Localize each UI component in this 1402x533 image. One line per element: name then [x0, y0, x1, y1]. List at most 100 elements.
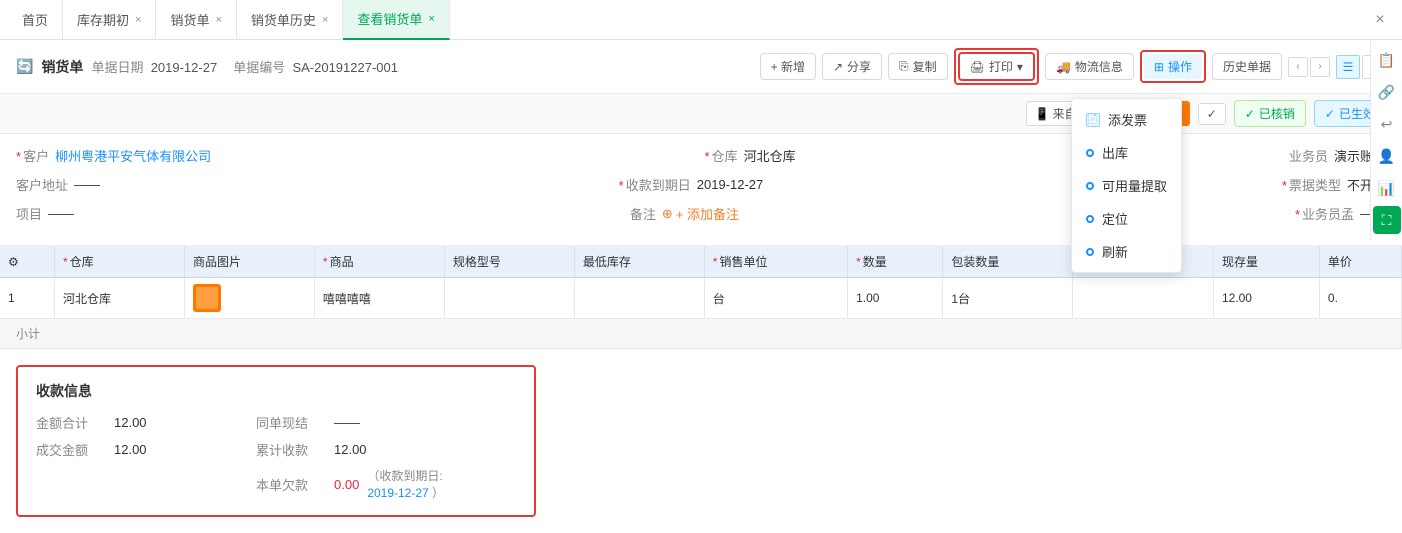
operation-highlight-box: ⊞ 操作 [1140, 50, 1206, 83]
confirm-icon: ✓ [1207, 107, 1217, 121]
tab-inventory[interactable]: 库存期初 × [63, 0, 156, 40]
sidebar-icon-chart[interactable]: 📊 [1373, 174, 1401, 202]
tab-bar: 首页 库存期初 × 销货单 × 销货单历史 × 查看销货单 × × [0, 0, 1402, 40]
quantity-dot [1086, 182, 1094, 190]
customer-value[interactable]: 柳州粤港平安气体有限公司 [55, 146, 211, 165]
tab-home[interactable]: 首页 [8, 0, 63, 40]
invoice-icon: 📄 [1086, 113, 1100, 127]
sidebar-icon-user[interactable]: 👤 [1373, 142, 1401, 170]
owed-date: 2019-12-27 [367, 486, 428, 500]
confirm-button[interactable]: ✓ [1198, 103, 1226, 125]
table-header-row: ⚙ *仓库 商品图片 *商品 规格型号 最低库存 *销售单位 *数量 包装数量 … [0, 246, 1402, 278]
warehouse-field: *仓库 河北仓库 [704, 146, 795, 165]
outbound-item[interactable]: 出库 [1072, 136, 1181, 169]
product-table: ⚙ *仓库 商品图片 *商品 规格型号 最低库存 *销售单位 *数量 包装数量 … [0, 246, 1402, 349]
add-note-button[interactable]: ⊕ + 添加备注 [662, 204, 739, 223]
cell-warehouse: 河北仓库 [55, 278, 185, 319]
sold-button[interactable]: ✓ 已核销 [1234, 100, 1306, 127]
cell-unit: 台 [704, 278, 847, 319]
add-button[interactable]: + 新增 [760, 53, 816, 80]
sidebar-icon-return[interactable]: ↩ [1373, 110, 1401, 138]
total-row: 金额合计 12.00 [36, 413, 256, 432]
warehouse-value: 河北仓库 [744, 146, 796, 165]
main-content: 🔄 销货单 单据日期 2019-12-27 单据编号 SA-20191227-0… [0, 40, 1402, 533]
tab-view-sales[interactable]: 查看销货单 × [343, 0, 449, 40]
doc-icon: 🔄 [16, 58, 33, 75]
doc-meta: 单据日期 2019-12-27 单据编号 SA-20191227-001 [91, 57, 398, 76]
product-image-inner [196, 287, 218, 309]
tab-sales-history-close[interactable]: × [322, 14, 328, 26]
col-price: 单价 [1319, 246, 1401, 278]
prev-arrow[interactable]: ‹ [1288, 57, 1308, 77]
list-view-button[interactable]: ☰ [1336, 55, 1360, 79]
tab-sales-history[interactable]: 销货单历史 × [237, 0, 343, 40]
cell-spec [444, 278, 574, 319]
print-dropdown-arrow: ▾ [1017, 60, 1023, 74]
subtotal-row: 小计 [0, 319, 1402, 349]
col-min-stock: 最低库存 [574, 246, 704, 278]
print-highlight-box: 🖨 打印 ▾ [954, 48, 1039, 85]
action-buttons: + 新增 ↗ 分享 ⎘ 复制 🖨 打印 ▾ 🚚 [760, 48, 1386, 85]
cell-quantity: 1.00 [848, 278, 943, 319]
locate-item[interactable]: 定位 [1072, 202, 1181, 235]
col-image: 商品图片 [184, 246, 314, 278]
outbound-dot [1086, 149, 1094, 157]
get-quantity-item[interactable]: 可用量提取 [1072, 169, 1181, 202]
sidebar-icon-link[interactable]: 🔗 [1373, 78, 1401, 106]
cell-min-stock [574, 278, 704, 319]
customer-field: *客户 柳州粤港平安气体有限公司 [16, 146, 211, 165]
copy-icon: ⎘ [899, 59, 909, 74]
address-value: —— [74, 177, 100, 192]
share-icon: ↗ [833, 60, 843, 74]
cell-pack-qty: 1台 [943, 278, 1073, 319]
share-button[interactable]: ↗ 分享 [822, 53, 882, 80]
same-order-row: 同单现结 —— [256, 413, 476, 432]
doc-type-label: 销货单 [41, 57, 83, 77]
col-pack-qty: 包装数量 [943, 246, 1073, 278]
subtotal-label: 小计 [0, 319, 1402, 349]
cumulative-value: 12.00 [334, 442, 367, 457]
cell-available [1073, 278, 1214, 319]
tab-sales-close[interactable]: × [215, 14, 221, 26]
copy-button[interactable]: ⎘ 复制 [888, 53, 948, 80]
tab-sales[interactable]: 销货单 × [156, 0, 236, 40]
history-button[interactable]: 历史单据 [1212, 53, 1282, 80]
address-field: 客户地址 —— [16, 175, 100, 194]
sidebar-icon-expand[interactable]: ⛶ [1373, 206, 1401, 234]
owed-value: 0.00 [334, 477, 359, 492]
payment-section: 收款信息 金额合计 12.00 同单现结 —— 成交金额 12.00 [0, 349, 1402, 533]
col-warehouse: *仓库 [55, 246, 185, 278]
sidebar-icon-doc[interactable]: 📋 [1373, 46, 1401, 74]
total-value: 12.00 [114, 415, 147, 430]
cell-product: 嘻嘻嘻嘻 [314, 278, 444, 319]
table-row: 1 河北仓库 嘻嘻嘻嘻 台 1.00 1台 [0, 278, 1402, 319]
owed-row: 本单欠款 0.00 （收款到期日: 2019-12-27 ） [256, 467, 476, 501]
due-value: 2019-12-27 [697, 177, 764, 192]
same-order-value: —— [334, 415, 360, 430]
num-label-text: 单据编号 SA-20191227-001 [233, 57, 398, 76]
logistics-button[interactable]: 🚚 物流信息 [1045, 53, 1134, 80]
cell-price: 0. [1319, 278, 1401, 319]
cumulative-row: 累计收款 12.00 [256, 440, 476, 459]
payment-box: 收款信息 金额合计 12.00 同单现结 —— 成交金额 12.00 [16, 365, 536, 517]
col-settings[interactable]: ⚙ [0, 246, 55, 278]
cell-seq: 1 [0, 278, 55, 319]
locate-dot [1086, 215, 1094, 223]
second-toolbar: 📱 来自手机 🎟 未开票 ✓ ✓ 已核销 ✓ 已生效 [0, 94, 1402, 134]
next-arrow[interactable]: › [1310, 57, 1330, 77]
check-icon: ✓ [1245, 107, 1255, 121]
tab-inventory-close[interactable]: × [135, 14, 141, 26]
deal-value: 12.00 [114, 442, 147, 457]
doc-title-section: 🔄 销货单 [16, 57, 83, 77]
tab-view-sales-close[interactable]: × [428, 13, 434, 25]
operation-button[interactable]: ⊞ 操作 [1144, 54, 1202, 79]
refresh-item[interactable]: 刷新 [1072, 235, 1181, 268]
print-icon: 🖨 [970, 60, 985, 74]
right-sidebar: 📋 🔗 ↩ 👤 📊 ⛶ [1370, 40, 1402, 240]
print-button[interactable]: 🖨 打印 ▾ [958, 52, 1035, 81]
payment-title: 收款信息 [36, 381, 516, 401]
window-close-button[interactable]: × [1366, 6, 1394, 34]
add-invoice-item[interactable]: 📄 添发票 [1072, 103, 1181, 136]
payment-grid: 金额合计 12.00 同单现结 —— 成交金额 12.00 累计收款 12.00 [36, 413, 516, 501]
due-field: *收款到期日 2019-12-27 [619, 175, 764, 194]
